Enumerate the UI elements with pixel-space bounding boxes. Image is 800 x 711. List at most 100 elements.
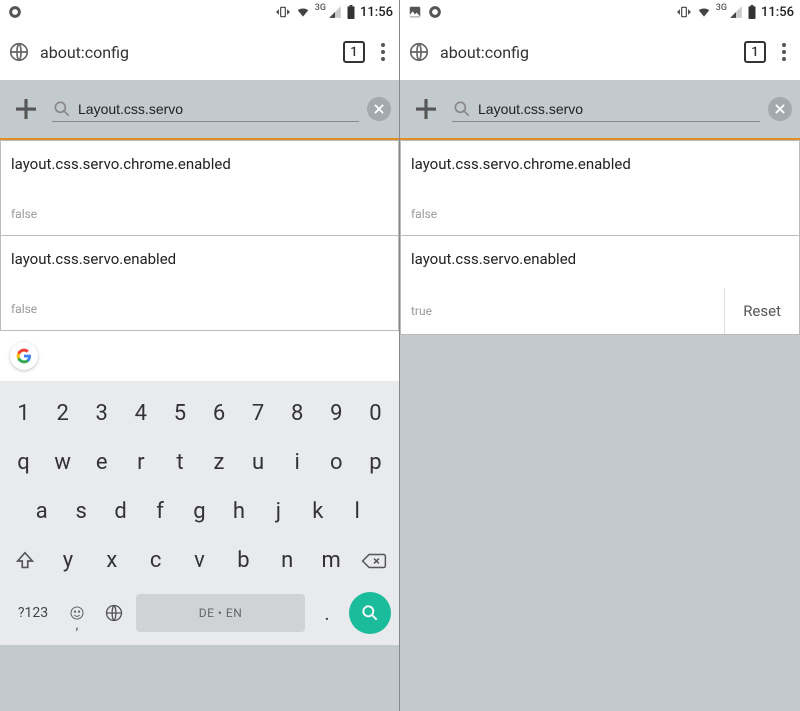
key-3[interactable]: 3 (82, 391, 121, 436)
key-s[interactable]: s (61, 489, 100, 534)
key-row-function: ?123 , DE • EN . (4, 587, 395, 635)
image-icon (408, 5, 422, 19)
emoji-key[interactable]: , (62, 595, 92, 631)
key-7[interactable]: 7 (239, 391, 278, 436)
url-text[interactable]: about:config (440, 43, 734, 62)
results-list: layout.css.servo.chrome.enabled false la… (400, 140, 800, 335)
search-box (52, 97, 359, 122)
key-j[interactable]: j (259, 489, 298, 534)
pref-row[interactable]: layout.css.servo.enabled true Reset (400, 236, 800, 335)
url-text[interactable]: about:config (40, 43, 333, 62)
key-t[interactable]: t (160, 440, 199, 485)
clock-time: 11:56 (761, 5, 794, 20)
key-4[interactable]: 4 (121, 391, 160, 436)
key-y[interactable]: y (46, 538, 90, 583)
key-c[interactable]: c (134, 538, 178, 583)
signal-icon (729, 5, 743, 19)
pref-row[interactable]: layout.css.servo.chrome.enabled false (0, 140, 399, 236)
search-icon (52, 99, 72, 119)
search-input[interactable] (78, 101, 359, 117)
phone-screenshot-right: 3G 11:56 about:config 1 la (400, 0, 800, 711)
key-p[interactable]: p (356, 440, 395, 485)
key-m[interactable]: m (309, 538, 353, 583)
key-e[interactable]: e (82, 440, 121, 485)
globe-icon (408, 41, 430, 63)
pref-name: layout.css.servo.enabled (411, 250, 789, 288)
pref-row[interactable]: layout.css.servo.chrome.enabled false (400, 140, 800, 236)
browser-toolbar: about:config 1 (400, 24, 800, 80)
key-i[interactable]: i (278, 440, 317, 485)
key-k[interactable]: k (298, 489, 337, 534)
add-pref-button[interactable] (408, 91, 444, 127)
keyboard-suggestion-bar (0, 331, 399, 381)
spacebar-key[interactable]: DE • EN (136, 594, 305, 632)
keyboard-search-key[interactable] (349, 592, 391, 634)
key-1[interactable]: 1 (4, 391, 43, 436)
key-w[interactable]: w (43, 440, 82, 485)
key-x[interactable]: x (90, 538, 134, 583)
firefox-icon (428, 5, 442, 19)
config-search-row (0, 80, 399, 140)
key-5[interactable]: 5 (160, 391, 199, 436)
key-row-2: asdfghjkl (4, 489, 395, 534)
key-h[interactable]: h (219, 489, 258, 534)
google-icon[interactable] (10, 342, 38, 370)
shift-key[interactable] (4, 538, 46, 583)
browser-toolbar: about:config 1 (0, 24, 399, 80)
battery-icon (747, 5, 757, 19)
clock-time: 11:56 (360, 5, 393, 20)
symbols-key[interactable]: ?123 (8, 595, 58, 631)
key-9[interactable]: 9 (317, 391, 356, 436)
menu-button[interactable] (776, 43, 792, 61)
wifi-icon (696, 5, 712, 19)
key-row-3: yxcvbnm (4, 538, 395, 583)
key-row-numbers: 1234567890 (4, 391, 395, 436)
key-a[interactable]: a (22, 489, 61, 534)
key-v[interactable]: v (178, 538, 222, 583)
key-z[interactable]: z (199, 440, 238, 485)
pref-name: layout.css.servo.enabled (11, 250, 388, 288)
status-bar: 3G 11:56 (400, 0, 800, 24)
key-g[interactable]: g (180, 489, 219, 534)
network-3g-label: 3G (716, 3, 727, 13)
backspace-key[interactable] (353, 538, 395, 583)
clear-search-button[interactable] (367, 97, 391, 121)
pref-row[interactable]: layout.css.servo.enabled false (0, 236, 399, 331)
vibrate-icon (275, 5, 291, 19)
key-q[interactable]: q (4, 440, 43, 485)
key-n[interactable]: n (265, 538, 309, 583)
key-l[interactable]: l (338, 489, 377, 534)
tab-count-button[interactable]: 1 (744, 41, 766, 63)
key-d[interactable]: d (101, 489, 140, 534)
search-icon (452, 99, 472, 119)
firefox-icon (8, 5, 22, 19)
key-row-1: qwertzuiop (4, 440, 395, 485)
key-6[interactable]: 6 (199, 391, 238, 436)
vibrate-icon (676, 5, 692, 19)
key-o[interactable]: o (317, 440, 356, 485)
reset-button[interactable]: Reset (724, 288, 799, 334)
pref-value: true (411, 290, 724, 332)
on-screen-keyboard: 1234567890 qwertzuiop asdfghjkl yxcvbnm … (0, 381, 399, 645)
language-key[interactable] (96, 593, 132, 633)
battery-icon (346, 5, 356, 19)
pref-value: false (11, 288, 388, 330)
search-input[interactable] (478, 101, 760, 117)
phone-screenshot-left: 3G 11:56 about:config 1 la (0, 0, 400, 711)
period-key[interactable]: . (309, 591, 345, 635)
tab-count-button[interactable]: 1 (343, 41, 365, 63)
wifi-icon (295, 5, 311, 19)
key-u[interactable]: u (239, 440, 278, 485)
pref-value: false (11, 193, 388, 235)
menu-button[interactable] (375, 43, 391, 61)
key-f[interactable]: f (140, 489, 179, 534)
key-0[interactable]: 0 (356, 391, 395, 436)
key-2[interactable]: 2 (43, 391, 82, 436)
signal-icon (328, 5, 342, 19)
add-pref-button[interactable] (8, 91, 44, 127)
globe-icon (8, 41, 30, 63)
clear-search-button[interactable] (768, 97, 792, 121)
key-8[interactable]: 8 (278, 391, 317, 436)
key-r[interactable]: r (121, 440, 160, 485)
key-b[interactable]: b (221, 538, 265, 583)
